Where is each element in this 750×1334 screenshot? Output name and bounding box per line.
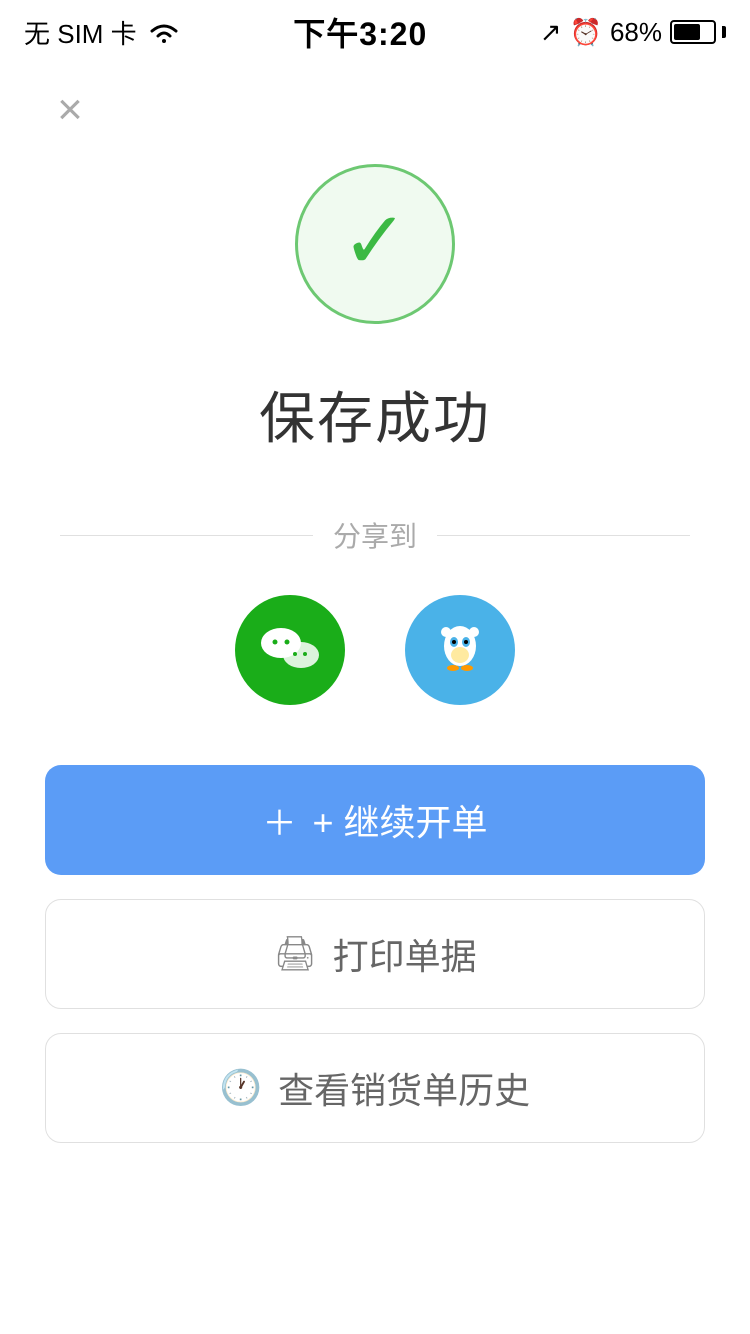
share-section: 分享到 (0, 515, 750, 705)
success-icon-circle: ✓ (295, 164, 455, 324)
status-right: ↗ ⏰ 68% (540, 17, 726, 48)
qq-icon (428, 618, 492, 682)
battery-pct: 68% (610, 17, 662, 48)
share-divider: 分享到 (0, 515, 750, 555)
continue-label: + 继续开单 (312, 794, 487, 846)
clock-icon: 🕐 (220, 1068, 262, 1108)
plus-icon: ＋ (262, 796, 296, 845)
location-icon: ↗ (540, 17, 562, 48)
history-label: 查看销货单历史 (278, 1062, 530, 1114)
wifi-icon (147, 19, 181, 45)
success-title: 保存成功 (259, 374, 491, 455)
close-button[interactable]: × (40, 80, 100, 140)
close-icon: × (57, 88, 83, 132)
status-time: 下午3:20 (293, 9, 427, 55)
history-button[interactable]: 🕐 查看销货单历史 (45, 1033, 705, 1143)
alarm-icon: ⏰ (570, 17, 602, 48)
action-buttons: ＋ + 继续开单 🖨 打印单据 🕐 查看销货单历史 (45, 765, 705, 1143)
print-button[interactable]: 🖨 打印单据 (45, 899, 705, 1009)
status-left: 无 SIM 卡 (24, 14, 181, 51)
carrier-text: 无 SIM 卡 (24, 14, 137, 51)
divider-left (60, 535, 313, 536)
wechat-share-button[interactable] (235, 595, 345, 705)
share-label: 分享到 (333, 515, 417, 555)
qq-share-button[interactable] (405, 595, 515, 705)
checkmark-icon: ✓ (341, 201, 408, 281)
print-icon: 🖨 (273, 934, 316, 974)
divider-right (437, 535, 690, 536)
continue-button[interactable]: ＋ + 继续开单 (45, 765, 705, 875)
wechat-icon (255, 615, 325, 685)
status-bar: 无 SIM 卡 下午3:20 ↗ ⏰ 68% (0, 0, 750, 64)
share-icons (235, 595, 515, 705)
print-label: 打印单据 (333, 928, 477, 980)
battery-indicator (670, 20, 726, 44)
main-content: ✓ 保存成功 分享到 (0, 64, 750, 1143)
